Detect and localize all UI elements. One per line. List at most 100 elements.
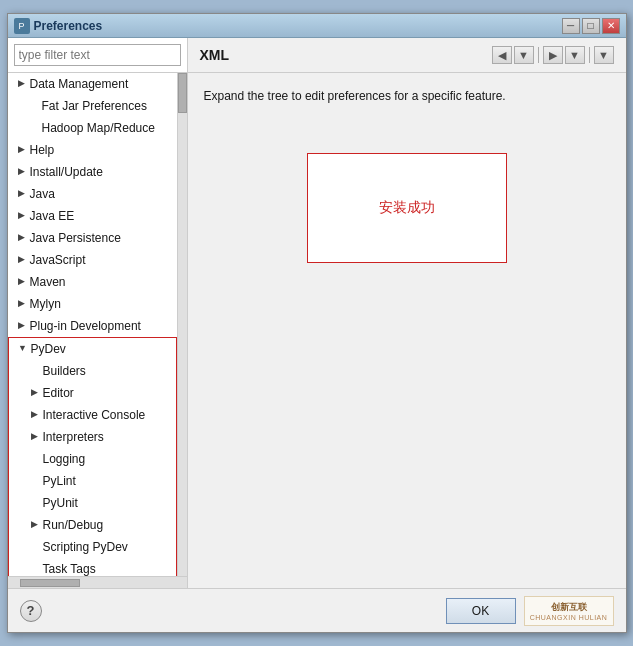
forward-button[interactable]: ▶ <box>543 46 563 64</box>
arrow-icon: ▶ <box>29 387 41 399</box>
tree-item-pydev[interactable]: ▼ PyDev <box>9 338 176 360</box>
right-content: Expand the tree to edit preferences for … <box>188 73 626 588</box>
pydev-section: ▼ PyDev Builders ▶ Editor ▶ <box>8 337 177 576</box>
arrow-icon <box>29 497 41 509</box>
tree-label: PyUnit <box>43 494 78 512</box>
view-menu-button[interactable]: ▼ <box>594 46 614 64</box>
arrow-icon: ▶ <box>16 166 28 178</box>
horizontal-scrollbar[interactable] <box>8 576 187 588</box>
tree-item-interactive-console[interactable]: ▶ Interactive Console <box>9 404 176 426</box>
arrow-icon <box>28 122 40 134</box>
tree-item-java-ee[interactable]: ▶ Java EE <box>8 205 177 227</box>
vertical-scrollbar[interactable] <box>177 73 187 576</box>
forward-dropdown[interactable]: ▼ <box>565 46 585 64</box>
tree-label: Interpreters <box>43 428 104 446</box>
watermark: 创新互联 CHUANGXIN HULIAN <box>524 596 614 626</box>
arrow-icon: ▶ <box>29 519 41 531</box>
tree-item-help[interactable]: ▶ Help <box>8 139 177 161</box>
back-button[interactable]: ◀ <box>492 46 512 64</box>
close-button[interactable]: ✕ <box>602 18 620 34</box>
h-scroll-thumb[interactable] <box>20 579 80 587</box>
arrow-icon: ▶ <box>16 232 28 244</box>
tree-label: Task Tags <box>43 560 96 576</box>
arrow-icon <box>29 453 41 465</box>
tree-label: Hadoop Map/Reduce <box>42 119 155 137</box>
title-bar: P Preferences ─ □ ✕ <box>8 14 626 38</box>
tree-label: JavaScript <box>30 251 86 269</box>
tree-label: Data Management <box>30 75 129 93</box>
success-box-container: 安装成功 <box>204 153 610 263</box>
tree-item-builders[interactable]: Builders <box>9 360 176 382</box>
ok-button[interactable]: OK <box>446 598 516 624</box>
tree-label: Java Persistence <box>30 229 121 247</box>
tree-item-maven[interactable]: ▶ Maven <box>8 271 177 293</box>
tree-item-data-management[interactable]: ▶ Data Management <box>8 73 177 95</box>
tree-item-editor[interactable]: ▶ Editor <box>9 382 176 404</box>
tree-label: Builders <box>43 362 86 380</box>
filter-input[interactable] <box>14 44 181 66</box>
arrow-icon <box>29 541 41 553</box>
tree-container: ▶ Data Management Fat Jar Preferences Ha… <box>8 73 177 576</box>
window-title: Preferences <box>34 19 562 33</box>
arrow-icon: ▶ <box>16 276 28 288</box>
tree-item-pylint[interactable]: PyLint <box>9 470 176 492</box>
arrow-icon <box>29 365 41 377</box>
right-panel: XML ◀ ▼ ▶ ▼ ▼ Expand the tree to edit pr… <box>188 38 626 588</box>
tree-label: Plug-in Development <box>30 317 141 335</box>
arrow-icon: ▶ <box>29 409 41 421</box>
arrow-icon: ▼ <box>17 343 29 355</box>
left-panel: ▶ Data Management Fat Jar Preferences Ha… <box>8 38 188 588</box>
watermark-line2: CHUANGXIN HULIAN <box>530 614 608 621</box>
tree-item-plugin-dev[interactable]: ▶ Plug-in Development <box>8 315 177 337</box>
tree-label: Interactive Console <box>43 406 146 424</box>
arrow-icon <box>28 100 40 112</box>
content-area: ▶ Data Management Fat Jar Preferences Ha… <box>8 38 626 588</box>
help-button[interactable]: ? <box>20 600 42 622</box>
preferences-window: P Preferences ─ □ ✕ ▶ Data Management <box>7 13 627 633</box>
window-icon: P <box>14 18 30 34</box>
arrow-icon <box>29 563 41 575</box>
tree-label: Mylyn <box>30 295 61 313</box>
minimize-button[interactable]: ─ <box>562 18 580 34</box>
tree-item-run-debug-pydev[interactable]: ▶ Run/Debug <box>9 514 176 536</box>
tree-item-java[interactable]: ▶ Java <box>8 183 177 205</box>
scroll-thumb[interactable] <box>178 73 187 113</box>
tree-item-install-update[interactable]: ▶ Install/Update <box>8 161 177 183</box>
tree-label: Maven <box>30 273 66 291</box>
tree-item-task-tags[interactable]: Task Tags <box>9 558 176 576</box>
tree-label: Fat Jar Preferences <box>42 97 147 115</box>
tree-label: Editor <box>43 384 74 402</box>
success-text: 安装成功 <box>379 199 435 217</box>
tree-label: Help <box>30 141 55 159</box>
arrow-icon: ▶ <box>16 78 28 90</box>
tree-label: Logging <box>43 450 86 468</box>
tree-label: Java EE <box>30 207 75 225</box>
tree-item-pyunit[interactable]: PyUnit <box>9 492 176 514</box>
nav-buttons: ◀ ▼ ▶ ▼ ▼ <box>492 46 614 64</box>
success-box: 安装成功 <box>307 153 507 263</box>
tree-item-javascript[interactable]: ▶ JavaScript <box>8 249 177 271</box>
arrow-icon: ▶ <box>16 298 28 310</box>
title-bar-buttons: ─ □ ✕ <box>562 18 620 34</box>
bottom-bar: ? OK 创新互联 CHUANGXIN HULIAN <box>8 588 626 632</box>
arrow-icon: ▶ <box>16 188 28 200</box>
tree-label: PyLint <box>43 472 76 490</box>
tree-item-java-persistence[interactable]: ▶ Java Persistence <box>8 227 177 249</box>
tree-item-interpreters[interactable]: ▶ Interpreters <box>9 426 176 448</box>
nav-separator2 <box>589 47 590 63</box>
arrow-icon: ▶ <box>16 254 28 266</box>
tree-label: Run/Debug <box>43 516 104 534</box>
tree-item-logging[interactable]: Logging <box>9 448 176 470</box>
watermark-line1: 创新互联 <box>530 601 608 614</box>
back-dropdown[interactable]: ▼ <box>514 46 534 64</box>
maximize-button[interactable]: □ <box>582 18 600 34</box>
nav-separator <box>538 47 539 63</box>
panel-title: XML <box>200 47 492 63</box>
tree-label: PyDev <box>31 340 66 358</box>
tree-item-fat-jar[interactable]: Fat Jar Preferences <box>8 95 177 117</box>
tree-label: Scripting PyDev <box>43 538 128 556</box>
tree-item-mylyn[interactable]: ▶ Mylyn <box>8 293 177 315</box>
hint-text: Expand the tree to edit preferences for … <box>204 89 506 103</box>
tree-item-scripting-pydev[interactable]: Scripting PyDev <box>9 536 176 558</box>
tree-item-hadoop[interactable]: Hadoop Map/Reduce <box>8 117 177 139</box>
